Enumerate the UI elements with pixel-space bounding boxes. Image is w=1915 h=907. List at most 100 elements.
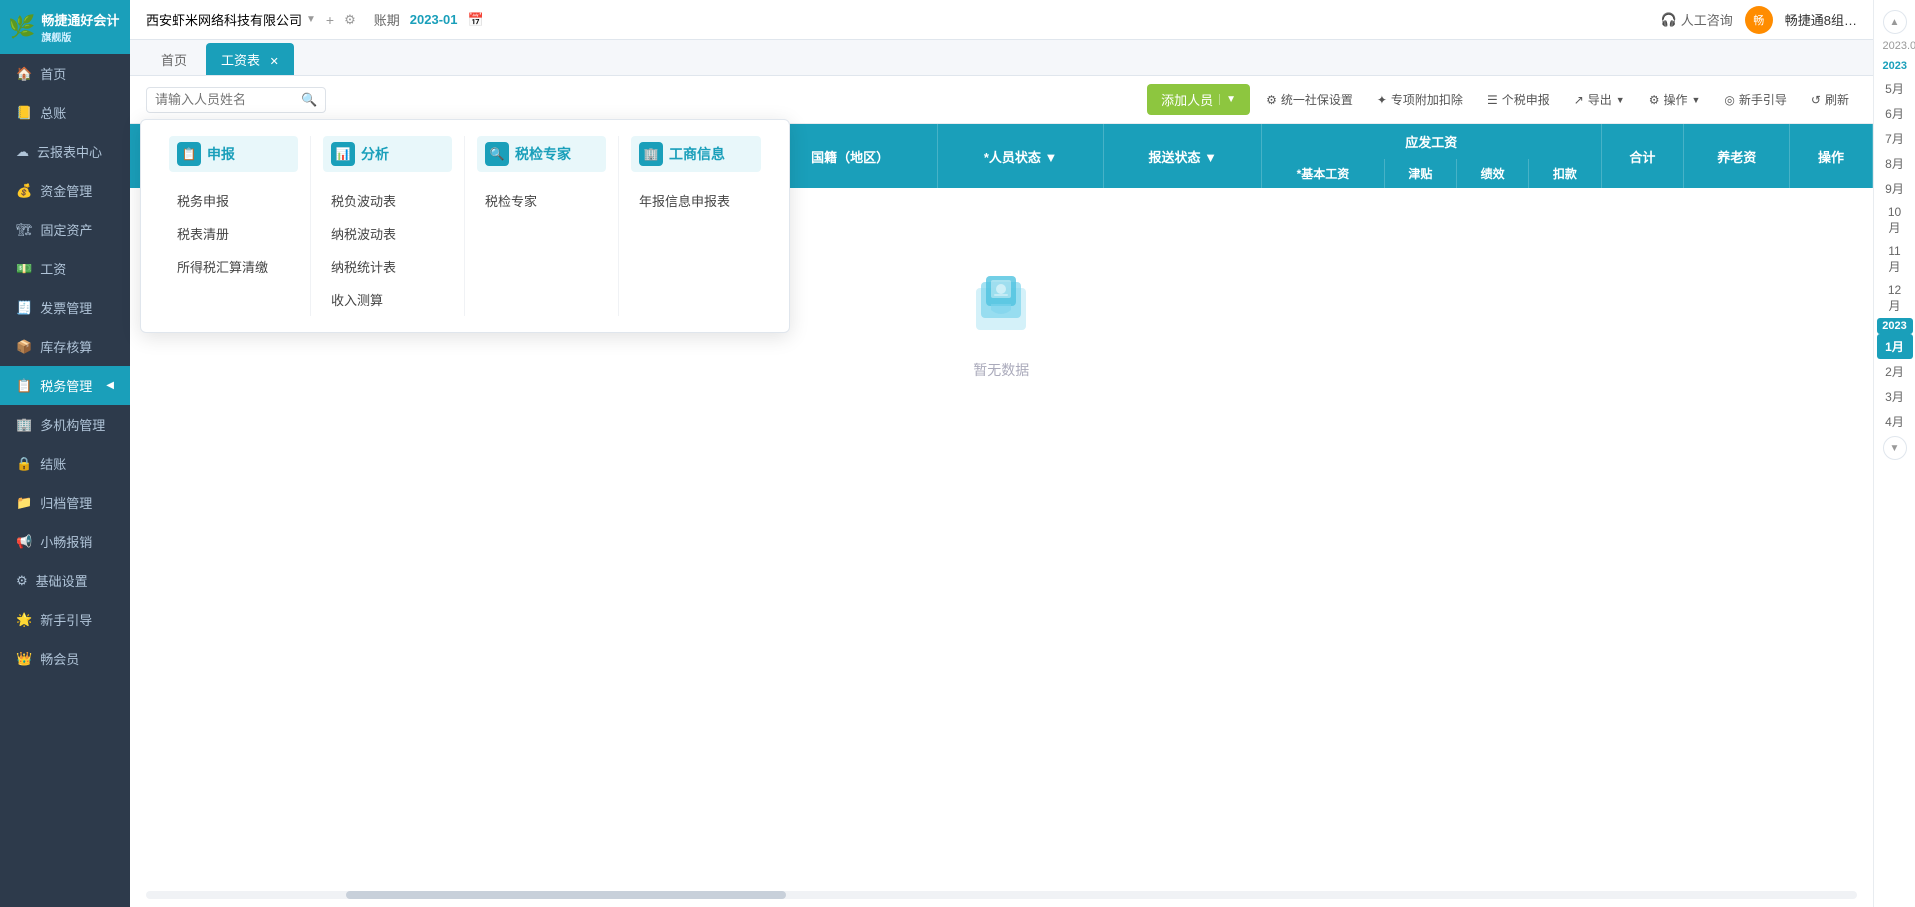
refresh-btn[interactable]: ↺ 刷新 (1803, 87, 1857, 112)
sidebar-item-new-guide[interactable]: 🌟 新手引导 (0, 600, 130, 639)
sidebar-item-fund[interactable]: 💰 资金管理 (0, 171, 130, 210)
th-base-salary: *基本工资 (1262, 159, 1385, 188)
individual-tax-btn[interactable]: ☰ 个税申报 (1479, 87, 1558, 112)
headset-icon: 🎧 (1661, 12, 1677, 28)
timeline-2024-label: 2023 (1877, 318, 1913, 334)
sidebar-item-basic-settings[interactable]: ⚙ 基础设置 (0, 561, 130, 600)
th-employee-id: 工号 (170, 124, 253, 188)
th-operation: 操作 (1790, 124, 1873, 188)
add-person-button[interactable]: 添加人员 ▼ (1147, 84, 1250, 115)
sidebar-item-multi-org[interactable]: 🏢 多机构管理 (0, 405, 130, 444)
sidebar-item-salary[interactable]: 💵 工资 (0, 249, 130, 288)
right-timeline: ▲ 2023.01 2023 5月 6月 7月 8月 9月 10月 11月 12… (1873, 0, 1915, 907)
export-dropdown-icon: ▼ (1616, 95, 1625, 105)
scrollbar-thumb[interactable] (346, 891, 786, 899)
archive-icon: 📁 (16, 495, 32, 511)
main-content: 西安虾米网络科技有限公司 ▼ + ⚙ 账期 2023-01 📅 🎧 人工咨询 畅… (130, 0, 1873, 907)
th-checkbox[interactable] (130, 124, 170, 188)
salary-icon: 💵 (16, 261, 32, 277)
sidebar-item-ledger[interactable]: 📒 总账 (0, 93, 130, 132)
special-deduction-btn[interactable]: ✦ 专项附加扣除 (1369, 87, 1471, 112)
timeline-month-5[interactable]: 5月 (1877, 76, 1913, 101)
fund-icon: 💰 (16, 183, 32, 199)
th-total: 合计 (1601, 124, 1684, 188)
sidebar-item-tax[interactable]: 📋 税务管理 ◀ (0, 366, 130, 405)
sidebar-item-invoice[interactable]: 🧾 发票管理 (0, 288, 130, 327)
search-box: 🔍 (146, 87, 326, 113)
salary-table-container: 工号 ▲▼ *姓名 *部门 *证腿类型 *证腿号码 国籍（地 (130, 124, 1873, 907)
toolbar: 🔍 添加人员 ▼ ⚙ 统一社保设置 ✦ 专项附加扣除 ☰ 个税申报 ↗ 导出 ▼… (130, 76, 1873, 124)
new-guide-toolbar-icon: ◎ (1724, 93, 1734, 107)
tab-salary[interactable]: 工资表 ✕ (206, 43, 294, 75)
tab-close-salary[interactable]: ✕ (270, 56, 279, 68)
search-input[interactable] (155, 92, 295, 107)
sidebar-collapse-icon: ◀ (106, 380, 114, 391)
customer-service[interactable]: 🎧 人工咨询 (1661, 10, 1733, 29)
timeline-month-9[interactable]: 9月 (1877, 176, 1913, 201)
operate-dropdown-icon: ▼ (1692, 95, 1701, 105)
special-deduction-icon: ✦ (1377, 93, 1387, 107)
timeline-month-11[interactable]: 11月 (1877, 240, 1913, 279)
username[interactable]: 畅捷通8组… (1785, 10, 1857, 29)
company-dropdown-icon: ▼ (306, 14, 316, 25)
th-nationality: 国籍（地区） (763, 124, 937, 188)
timeline-month-12[interactable]: 12月 (1877, 279, 1913, 318)
app-name: 畅捷通好会计 (41, 10, 119, 29)
sidebar-item-xiao-chang[interactable]: 📢 小畅报销 (0, 522, 130, 561)
operate-icon: ⚙ (1649, 93, 1660, 107)
new-guide-btn[interactable]: ◎ 新手引导 (1716, 87, 1795, 112)
add-company-btn[interactable]: + (326, 12, 334, 28)
sidebar-item-archive[interactable]: 📁 归档管理 (0, 483, 130, 522)
logo-icon: 🌿 (8, 14, 35, 40)
timeline-month-1-current[interactable]: 1月 (1877, 334, 1913, 359)
close-account-icon: 🔒 (16, 456, 32, 472)
company-selector[interactable]: 西安虾米网络科技有限公司 ▼ (146, 10, 316, 29)
timeline-month-10[interactable]: 10月 (1877, 201, 1913, 240)
sidebar-item-asset[interactable]: 🏗 固定资产 (0, 210, 130, 249)
sidebar-item-member[interactable]: 👑 畅会员 (0, 639, 130, 678)
export-btn[interactable]: ↗ 导出 ▼ (1566, 87, 1633, 112)
empty-illustration (961, 268, 1041, 348)
salary-table: 工号 ▲▼ *姓名 *部门 *证腿类型 *证腿号码 国籍（地 (130, 124, 1873, 460)
tax-icon: 📋 (16, 378, 32, 394)
timeline-up-arrow[interactable]: ▲ (1883, 10, 1907, 34)
empty-state: 暂无数据 (130, 188, 1873, 460)
th-salary-group: 应发工资 (1262, 124, 1601, 159)
ledger-icon: 📒 (16, 105, 32, 121)
topbar: 西安虾米网络科技有限公司 ▼ + ⚙ 账期 2023-01 📅 🎧 人工咨询 畅… (130, 0, 1873, 40)
sidebar-item-inventory[interactable]: 📦 库存核算 (0, 327, 130, 366)
sidebar-item-cloud[interactable]: ☁ 云报表中心 (0, 132, 130, 171)
unified-insurance-icon: ⚙ (1266, 93, 1277, 107)
app-logo: 🌿 畅捷通好会计 旗舰版 (0, 0, 130, 54)
sidebar: 🌿 畅捷通好会计 旗舰版 🏠 首页 📒 总账 ☁ 云报表中心 💰 资金管理 🏗 … (0, 0, 130, 907)
search-icon[interactable]: 🔍 (301, 92, 317, 108)
calendar-icon[interactable]: 📅 (468, 12, 484, 28)
timeline-month-3[interactable]: 3月 (1877, 384, 1913, 409)
tab-home[interactable]: 首页 (146, 43, 202, 75)
sidebar-item-close-account[interactable]: 🔒 结账 (0, 444, 130, 483)
select-all-checkbox[interactable] (143, 148, 156, 161)
timeline-month-7[interactable]: 7月 (1877, 126, 1913, 151)
operate-btn[interactable]: ⚙ 操作 ▼ (1641, 87, 1709, 112)
sidebar-item-home[interactable]: 🏠 首页 (0, 54, 130, 93)
th-report-status: 报送状态 ▼ (1104, 124, 1262, 188)
horizontal-scrollbar[interactable] (146, 891, 1857, 899)
cloud-icon: ☁ (16, 144, 29, 160)
xiao-chang-icon: 📢 (16, 534, 32, 550)
new-guide-icon: 🌟 (16, 612, 32, 628)
timeline-down-arrow[interactable]: ▼ (1883, 436, 1907, 460)
timeline-month-8[interactable]: 8月 (1877, 151, 1913, 176)
tabbar: 首页 工资表 ✕ (130, 40, 1873, 76)
company-settings-icon[interactable]: ⚙ (344, 12, 356, 28)
export-icon: ↗ (1574, 93, 1584, 107)
member-icon: 👑 (16, 651, 32, 667)
timeline-month-6[interactable]: 6月 (1877, 101, 1913, 126)
th-id-type: *证腿类型 (488, 124, 626, 188)
th-performance: 绩效 (1457, 159, 1529, 188)
multi-org-icon: 🏢 (16, 417, 32, 433)
th-department: *部门 (396, 124, 488, 188)
unified-insurance-btn[interactable]: ⚙ 统一社保设置 (1258, 87, 1361, 112)
timeline-month-4[interactable]: 4月 (1877, 409, 1913, 434)
timeline-month-2[interactable]: 2月 (1877, 359, 1913, 384)
refresh-icon: ↺ (1811, 93, 1821, 107)
